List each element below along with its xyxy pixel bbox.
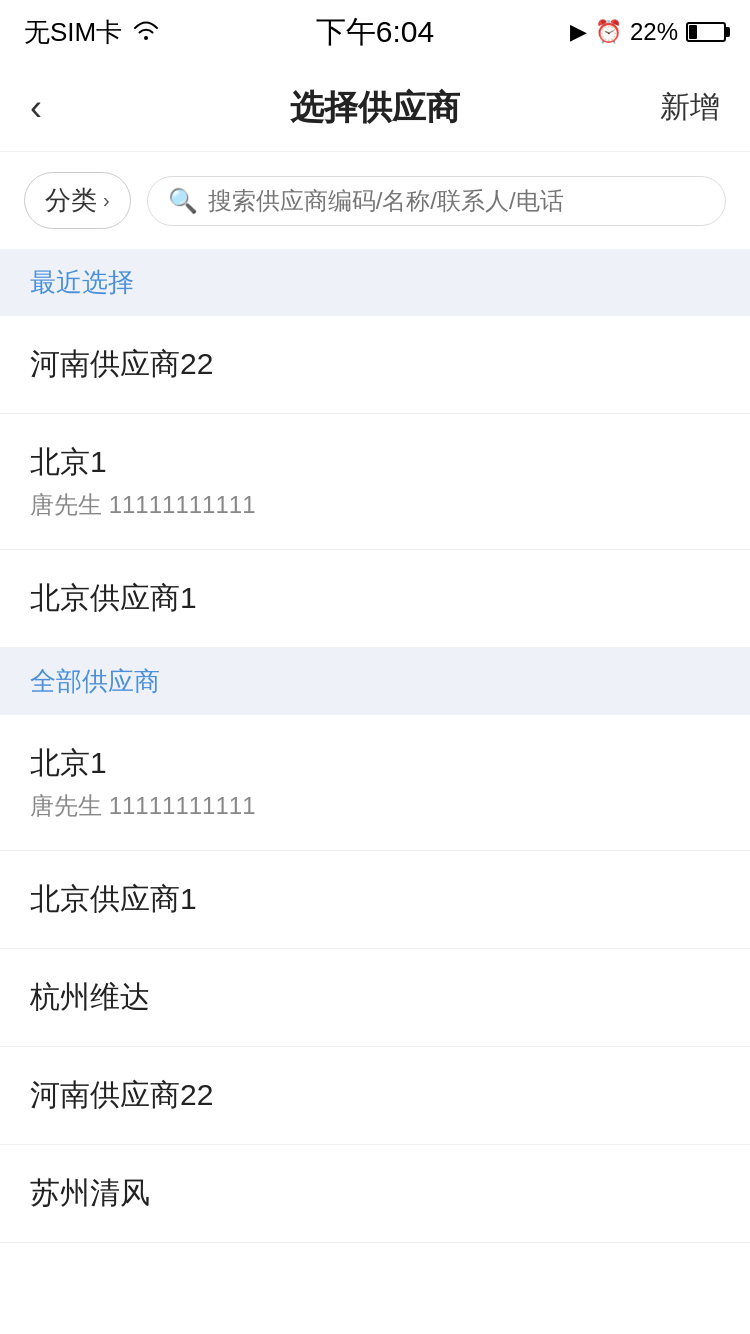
- wifi-icon: [132, 17, 160, 48]
- item-name: 河南供应商22: [30, 1075, 720, 1116]
- add-button[interactable]: 新增: [660, 87, 720, 128]
- battery-icon: [686, 22, 726, 42]
- recent-section-header: 最近选择: [0, 249, 750, 316]
- chevron-right-icon: ›: [103, 189, 110, 212]
- item-name: 河南供应商22: [30, 344, 720, 385]
- search-input-wrap[interactable]: 🔍: [147, 176, 726, 226]
- list-item[interactable]: 杭州维达: [0, 949, 750, 1047]
- list-item[interactable]: 北京供应商1: [0, 851, 750, 949]
- item-name: 苏州清风: [30, 1173, 720, 1214]
- list-item[interactable]: 北京1 唐先生 11111111111: [0, 414, 750, 550]
- status-right: ▶ ⏰ 22%: [570, 18, 726, 46]
- alarm-icon: ⏰: [595, 19, 622, 45]
- list-item[interactable]: 北京1 唐先生 11111111111: [0, 715, 750, 851]
- status-time: 下午6:04: [316, 12, 434, 53]
- list-item[interactable]: 河南供应商22: [0, 1047, 750, 1145]
- location-icon: ▶: [570, 19, 587, 45]
- item-name: 北京1: [30, 442, 720, 483]
- category-button[interactable]: 分类 ›: [24, 172, 131, 229]
- nav-bar: ‹ 选择供应商 新增: [0, 64, 750, 152]
- status-left: 无SIM卡: [24, 15, 160, 50]
- search-icon: 🔍: [168, 187, 198, 215]
- search-input[interactable]: [208, 187, 705, 215]
- item-sub: 唐先生 11111111111: [30, 489, 720, 521]
- all-section-header: 全部供应商: [0, 648, 750, 715]
- item-name: 杭州维达: [30, 977, 720, 1018]
- list-item[interactable]: 苏州清风: [0, 1145, 750, 1243]
- page-title: 选择供应商: [290, 85, 460, 131]
- search-bar: 分类 › 🔍: [0, 152, 750, 249]
- list-item[interactable]: 河南供应商22: [0, 316, 750, 414]
- item-name: 北京供应商1: [30, 578, 720, 619]
- list-item[interactable]: 北京供应商1: [0, 550, 750, 648]
- item-name: 北京1: [30, 743, 720, 784]
- all-section-label: 全部供应商: [30, 666, 160, 696]
- item-sub: 唐先生 11111111111: [30, 790, 720, 822]
- category-label: 分类: [45, 183, 97, 218]
- battery-percent: 22%: [630, 18, 678, 46]
- carrier-text: 无SIM卡: [24, 15, 122, 50]
- recent-list: 河南供应商22 北京1 唐先生 11111111111 北京供应商1: [0, 316, 750, 648]
- recent-section-label: 最近选择: [30, 267, 134, 297]
- all-list: 北京1 唐先生 11111111111 北京供应商1 杭州维达河南供应商22 苏州清风: [0, 715, 750, 1243]
- back-button[interactable]: ‹: [30, 87, 90, 129]
- item-name: 北京供应商1: [30, 879, 720, 920]
- status-bar: 无SIM卡 下午6:04 ▶ ⏰ 22%: [0, 0, 750, 64]
